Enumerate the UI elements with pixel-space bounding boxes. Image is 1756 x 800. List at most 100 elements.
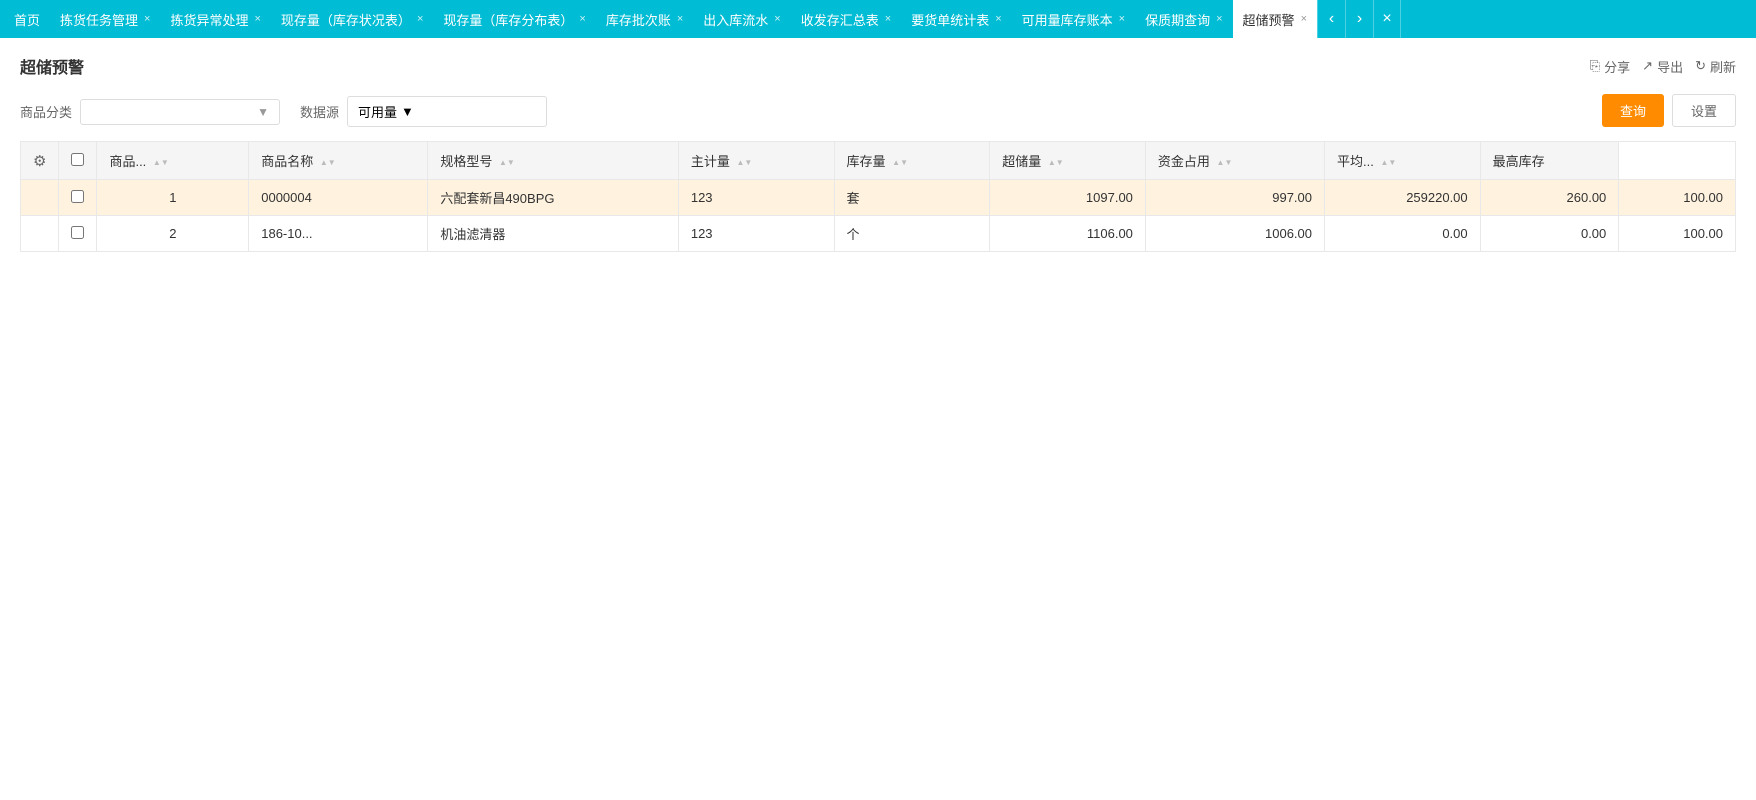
- row-checkbox[interactable]: [71, 190, 84, 203]
- th-product-code[interactable]: 商品... ▲▼: [97, 142, 249, 180]
- row-max-stock: 100.00: [1619, 180, 1736, 216]
- nav-close-icon[interactable]: ×: [579, 13, 585, 25]
- row-product-name: 机油滤清器: [428, 216, 679, 252]
- th-capital[interactable]: 资金占用 ▲▼: [1145, 142, 1324, 180]
- nav-item-picking-task[interactable]: 拣货任务管理 ×: [50, 0, 160, 38]
- row-spec: 123: [678, 216, 834, 252]
- query-button[interactable]: 查询: [1602, 94, 1664, 127]
- nav-item-home[interactable]: 首页: [4, 0, 50, 38]
- nav-close-icon[interactable]: ×: [774, 13, 780, 25]
- row-capital: 259220.00: [1325, 180, 1481, 216]
- row-overstock: 1006.00: [1145, 216, 1324, 252]
- th-spec[interactable]: 规格型号 ▲▼: [428, 142, 679, 180]
- page-title: 超储预警: [20, 54, 84, 78]
- nav-item-inout[interactable]: 出入库流水 ×: [693, 0, 790, 38]
- export-icon: ↗: [1642, 58, 1653, 74]
- row-overstock: 997.00: [1145, 180, 1324, 216]
- row-unit: 个: [834, 216, 990, 252]
- row-spec: 123: [678, 180, 834, 216]
- filters-left: 商品分类 ▼ 数据源 可用量 ▼: [20, 96, 1602, 127]
- filters-right: 查询 设置: [1602, 94, 1736, 127]
- chevron-down-icon: ▼: [401, 104, 414, 119]
- nav-item-collect[interactable]: 收发存汇总表 ×: [791, 0, 901, 38]
- nav-item-overstock[interactable]: 超储预警 ×: [1233, 0, 1317, 38]
- nav-expand-arrow[interactable]: ×: [1373, 0, 1401, 38]
- datasource-select[interactable]: 可用量 ▼: [347, 96, 547, 127]
- sort-icon: ▲▼: [892, 159, 908, 167]
- row-unit: 套: [834, 180, 990, 216]
- nav-prev-arrow[interactable]: ‹: [1317, 0, 1345, 38]
- nav-item-picking-abnormal[interactable]: 拣货异常处理 ×: [160, 0, 270, 38]
- th-max-stock[interactable]: 最高库存: [1480, 142, 1619, 180]
- row-product-code: 186-10...: [249, 216, 428, 252]
- th-avg[interactable]: 平均... ▲▼: [1325, 142, 1481, 180]
- row-checkbox-cell[interactable]: [59, 216, 97, 252]
- table-row: 1 0000004 六配套新昌490BPG 123 套 1097.00 997.…: [21, 180, 1736, 216]
- share-icon: ⎘: [1590, 58, 1600, 74]
- sort-icon: ▲▼: [1048, 159, 1064, 167]
- row-stock: 1106.00: [990, 216, 1146, 252]
- share-button[interactable]: ⎘ 分享: [1590, 57, 1630, 76]
- row-product-code: 0000004: [249, 180, 428, 216]
- row-checkbox-cell[interactable]: [59, 180, 97, 216]
- datasource-label: 数据源: [300, 102, 339, 121]
- sort-icon: ▲▼: [320, 159, 336, 167]
- nav-item-inventory-dist[interactable]: 现存量（库存分布表） ×: [433, 0, 595, 38]
- row-settings-cell: [21, 216, 59, 252]
- chevron-down-icon: ▼: [257, 105, 269, 119]
- nav-item-requisition[interactable]: 要货单统计表 ×: [901, 0, 1011, 38]
- data-table: ⚙ 商品... ▲▼ 商品名称 ▲▼ 规格型号 ▲▼ 主计: [20, 141, 1736, 252]
- th-unit[interactable]: 主计量 ▲▼: [678, 142, 834, 180]
- nav-next-arrow[interactable]: ›: [1345, 0, 1373, 38]
- th-overstock[interactable]: 超储量 ▲▼: [990, 142, 1146, 180]
- th-settings[interactable]: ⚙: [21, 142, 59, 180]
- nav-close-icon[interactable]: ×: [885, 13, 891, 25]
- row-stock: 1097.00: [990, 180, 1146, 216]
- refresh-button[interactable]: ↻ 刷新: [1695, 57, 1736, 76]
- nav-item-quality[interactable]: 保质期查询 ×: [1135, 0, 1232, 38]
- product-category-select[interactable]: ▼: [80, 99, 280, 125]
- row-index: 2: [97, 216, 249, 252]
- nav-close-icon[interactable]: ×: [254, 13, 260, 25]
- sort-icon: ▲▼: [1380, 159, 1396, 167]
- table-header-row: ⚙ 商品... ▲▼ 商品名称 ▲▼ 规格型号 ▲▼ 主计: [21, 142, 1736, 180]
- row-checkbox[interactable]: [71, 226, 84, 239]
- nav-close-icon[interactable]: ×: [995, 13, 1001, 25]
- sort-icon: ▲▼: [499, 159, 515, 167]
- row-index: 1: [97, 180, 249, 216]
- nav-item-batch[interactable]: 库存批次账 ×: [596, 0, 693, 38]
- select-all-checkbox[interactable]: [71, 153, 84, 166]
- sort-icon: ▲▼: [1217, 159, 1233, 167]
- header-actions: ⎘ 分享 ↗ 导出 ↻ 刷新: [1590, 57, 1736, 76]
- product-category-label: 商品分类: [20, 102, 72, 121]
- settings-icon: ⚙: [33, 153, 46, 170]
- sort-icon: ▲▼: [736, 159, 752, 167]
- row-capital: 0.00: [1325, 216, 1481, 252]
- th-product-name[interactable]: 商品名称 ▲▼: [249, 142, 428, 180]
- datasource-value-text: 可用量: [358, 102, 397, 121]
- page-content: 超储预警 ⎘ 分享 ↗ 导出 ↻ 刷新 商品分类 ▼: [0, 38, 1756, 800]
- settings-button[interactable]: 设置: [1672, 94, 1736, 127]
- th-stock[interactable]: 库存量 ▲▼: [834, 142, 990, 180]
- page-header: 超储预警 ⎘ 分享 ↗ 导出 ↻ 刷新: [20, 54, 1736, 78]
- nav-close-icon[interactable]: ×: [1119, 13, 1125, 25]
- row-avg: 260.00: [1480, 180, 1619, 216]
- nav-close-icon[interactable]: ×: [677, 13, 683, 25]
- sort-icon: ▲▼: [153, 159, 169, 167]
- export-button[interactable]: ↗ 导出: [1642, 57, 1683, 76]
- row-product-name: 六配套新昌490BPG: [428, 180, 679, 216]
- row-settings-cell: [21, 180, 59, 216]
- nav-item-inventory-status[interactable]: 现存量（库存状况表） ×: [271, 0, 433, 38]
- datasource-filter: 数据源 可用量 ▼: [300, 96, 547, 127]
- nav-close-icon[interactable]: ×: [1216, 13, 1222, 25]
- refresh-icon: ↻: [1695, 58, 1706, 74]
- nav-close-icon[interactable]: ×: [417, 13, 423, 25]
- row-max-stock: 100.00: [1619, 216, 1736, 252]
- filters-container: 商品分类 ▼ 数据源 可用量 ▼ 查询 设置: [20, 94, 1736, 127]
- table-row: 2 186-10... 机油滤清器 123 个 1106.00 1006.00 …: [21, 216, 1736, 252]
- nav-item-available[interactable]: 可用量库存账本 ×: [1012, 0, 1135, 38]
- nav-close-active-icon[interactable]: ×: [1301, 13, 1307, 25]
- top-nav: 首页 拣货任务管理 × 拣货异常处理 × 现存量（库存状况表） × 现存量（库存…: [0, 0, 1756, 38]
- nav-close-icon[interactable]: ×: [144, 13, 150, 25]
- th-checkbox[interactable]: [59, 142, 97, 180]
